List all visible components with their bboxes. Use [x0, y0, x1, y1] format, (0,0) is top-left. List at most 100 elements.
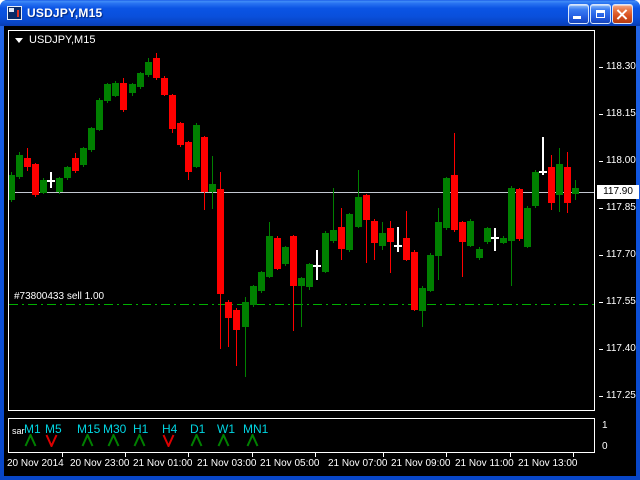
doji-bar: [313, 265, 321, 267]
time-axis-label: 21 Nov 07:00: [328, 458, 388, 469]
candle-body: [193, 125, 200, 167]
candle-body: [266, 236, 273, 277]
price-axis-tick: [599, 396, 603, 397]
candle-body: [225, 302, 232, 318]
indicator-panel: sar M1 M5 M15 M30 H1 H4 D1 W1 MN1: [8, 418, 595, 453]
candle-body: [137, 73, 144, 87]
candle-body: [322, 233, 329, 272]
current-price-label: 117.90: [597, 185, 639, 199]
price-axis-tick: [599, 67, 603, 68]
candle-body: [330, 230, 337, 241]
price-axis-label: 117.40: [606, 343, 636, 354]
candle-body: [338, 227, 345, 249]
doji-bar: [539, 171, 547, 173]
indicator-name-label: sar: [12, 426, 25, 436]
doji-candle: [542, 137, 544, 175]
candle-body: [508, 188, 515, 241]
time-axis-tick: [252, 453, 253, 457]
candle-body: [516, 189, 523, 239]
doji-candle: [494, 228, 496, 251]
titlebar[interactable]: USDJPY,M15: [0, 0, 640, 26]
candle-body: [484, 228, 491, 242]
time-axis-tick: [573, 453, 574, 457]
candle-body: [298, 278, 305, 286]
candle-body: [459, 222, 466, 242]
signal-up-arrow-icon: [246, 432, 259, 447]
candle-body: [572, 188, 579, 194]
app-icon: [7, 6, 22, 20]
price-axis-label: 118.30: [606, 61, 636, 72]
chart-plot[interactable]: #73800433 sell 1.00: [9, 31, 594, 410]
time-axis-label: 21 Nov 03:00: [197, 458, 257, 469]
candle-body: [56, 178, 63, 192]
candle-body: [274, 238, 281, 269]
chart-box: #73800433 sell 1.00 USDJPY,M15: [8, 30, 595, 411]
candle-body: [24, 158, 31, 167]
price-axis-tick: [599, 114, 603, 115]
time-axis-label: 21 Nov 11:00: [455, 458, 514, 469]
minimize-button[interactable]: [568, 4, 589, 24]
time-axis-label: 21 Nov 05:00: [260, 458, 320, 469]
candle-body: [169, 95, 176, 129]
time-axis-tick: [510, 453, 511, 457]
window-title: USDJPY,M15: [27, 6, 103, 20]
signal-down-arrow-icon: [45, 434, 58, 449]
doji-candle: [397, 227, 399, 252]
close-icon: [616, 8, 629, 21]
signal-up-arrow-icon: [107, 432, 120, 447]
time-axis-label: 20 Nov 23:00: [70, 458, 130, 469]
time-axis-label: 20 Nov 2014: [7, 458, 64, 469]
maximize-button[interactable]: [590, 4, 611, 24]
signal-up-arrow-icon: [133, 432, 146, 447]
price-axis-tick: [599, 302, 603, 303]
candle-body: [32, 164, 39, 195]
time-axis-tick: [125, 453, 126, 457]
price-axis-label: 118.00: [606, 155, 636, 166]
candle-body: [411, 252, 418, 310]
candle-body: [346, 214, 353, 250]
price-axis-tick: [599, 255, 603, 256]
candle-body: [161, 78, 168, 95]
close-button[interactable]: [612, 4, 633, 24]
sell-order-label: #73800433 sell 1.00: [14, 291, 105, 302]
candle-body: [556, 164, 563, 195]
time-axis-tick: [383, 453, 384, 457]
time-axis-label: 21 Nov 09:00: [391, 458, 451, 469]
candle-body: [233, 310, 240, 330]
doji-bar: [47, 180, 55, 182]
price-axis-label: 117.25: [606, 390, 636, 401]
candle-body: [16, 155, 23, 177]
candle-body: [443, 178, 450, 228]
candle-body: [564, 167, 571, 203]
candle-body: [282, 247, 289, 264]
candle-body: [435, 222, 442, 256]
window-frame: USDJPY,M15 #73800433 sell 1.00 USDJPY,M1…: [0, 0, 640, 480]
time-axis-tick: [446, 453, 447, 457]
candle-body: [524, 208, 531, 247]
time-axis-tick: [62, 453, 63, 457]
candle-body: [371, 221, 378, 243]
indicator-scale-top: 1: [602, 420, 608, 431]
candle-body: [355, 197, 362, 227]
time-axis-tick: [315, 453, 316, 457]
signal-up-arrow-icon: [24, 432, 37, 447]
candle-body: [467, 221, 474, 246]
price-axis-label: 117.85: [606, 202, 636, 213]
candle-body: [250, 286, 257, 305]
candle-body: [104, 84, 111, 101]
candle-body: [242, 302, 249, 327]
time-axis-tick: [188, 453, 189, 457]
chevron-down-icon: [15, 37, 23, 43]
candle-body: [209, 184, 216, 192]
signal-up-arrow-icon: [81, 432, 94, 447]
maximize-icon: [596, 10, 605, 18]
time-axis-label: 21 Nov 01:00: [133, 458, 193, 469]
candle-body: [96, 100, 103, 130]
candle-body: [129, 84, 136, 93]
minimize-icon: [573, 16, 581, 19]
candle-body: [185, 142, 192, 172]
symbol-overlay: USDJPY,M15: [15, 34, 95, 46]
candle-body: [153, 58, 160, 78]
chart-window-client: #73800433 sell 1.00 USDJPY,M15 118.30 118…: [4, 26, 639, 476]
candle-body: [387, 228, 394, 242]
